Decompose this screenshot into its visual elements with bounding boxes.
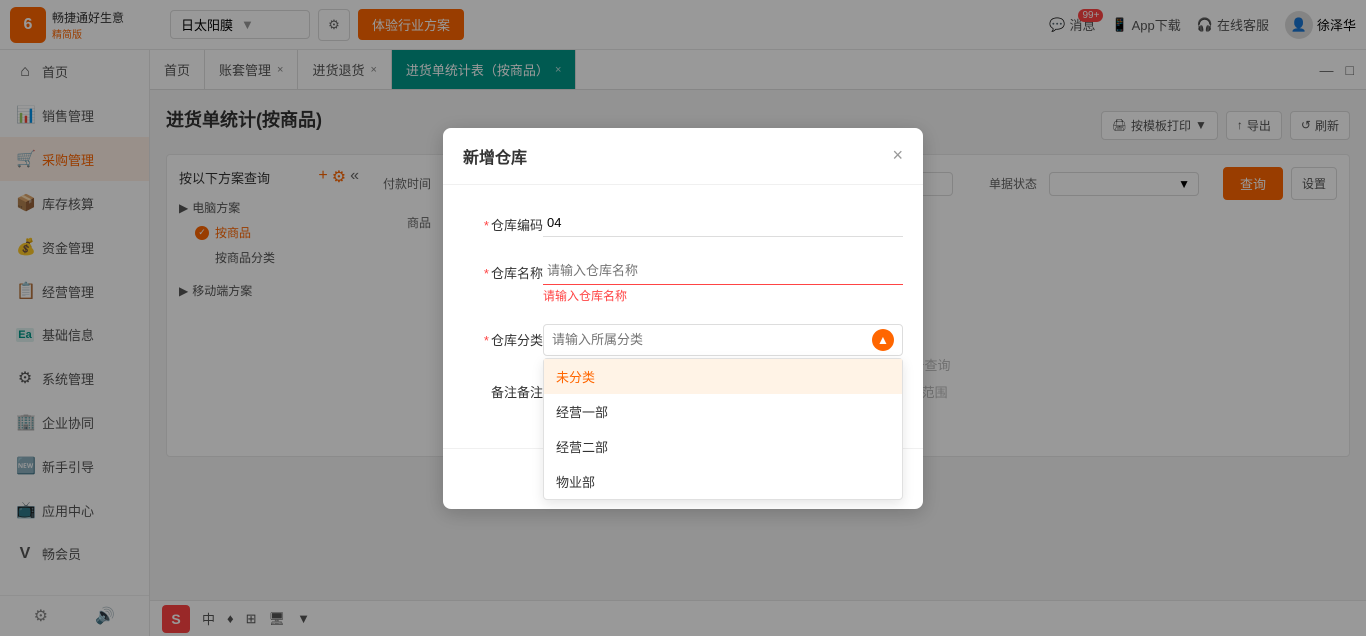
form-row-category: *仓库分类 ▲ 未分类 经营一部 经营二部 物业部	[463, 324, 903, 356]
category-input-wrap: ▲	[543, 324, 903, 356]
category-input[interactable]	[552, 332, 872, 347]
form-row-name: *仓库名称 请输入仓库名称	[463, 257, 903, 304]
modal-title: 新增仓库	[463, 144, 527, 168]
warehouse-code-input[interactable]	[543, 209, 903, 237]
note-label: 备注备注	[463, 376, 543, 401]
modal-body: *仓库编码 *仓库名称 请输入仓库名称 *仓库分类	[443, 185, 923, 448]
dropdown-item-dept2[interactable]: 经营二部	[544, 429, 902, 464]
modal-header: 新增仓库 ×	[443, 128, 923, 185]
code-label: *仓库编码	[463, 209, 543, 234]
warehouse-name-input[interactable]	[543, 257, 903, 285]
name-label: *仓库名称	[463, 257, 543, 282]
name-field: 请输入仓库名称	[543, 257, 903, 304]
new-warehouse-modal: 新增仓库 × *仓库编码 *仓库名称 请输入仓库名称	[443, 128, 923, 509]
name-error-message: 请输入仓库名称	[543, 287, 903, 304]
category-label: *仓库分类	[463, 324, 543, 349]
dropdown-item-property[interactable]: 物业部	[544, 464, 902, 499]
category-field: ▲ 未分类 经营一部 经营二部 物业部	[543, 324, 903, 356]
modal-close-button[interactable]: ×	[892, 145, 903, 166]
code-field	[543, 209, 903, 237]
modal-overlay: 新增仓库 × *仓库编码 *仓库名称 请输入仓库名称	[0, 0, 1366, 636]
category-toggle-button[interactable]: ▲	[872, 329, 894, 351]
form-row-code: *仓库编码	[463, 209, 903, 237]
dropdown-item-none[interactable]: 未分类	[544, 359, 902, 394]
category-dropdown: 未分类 经营一部 经营二部 物业部	[543, 358, 903, 500]
dropdown-item-dept1[interactable]: 经营一部	[544, 394, 902, 429]
